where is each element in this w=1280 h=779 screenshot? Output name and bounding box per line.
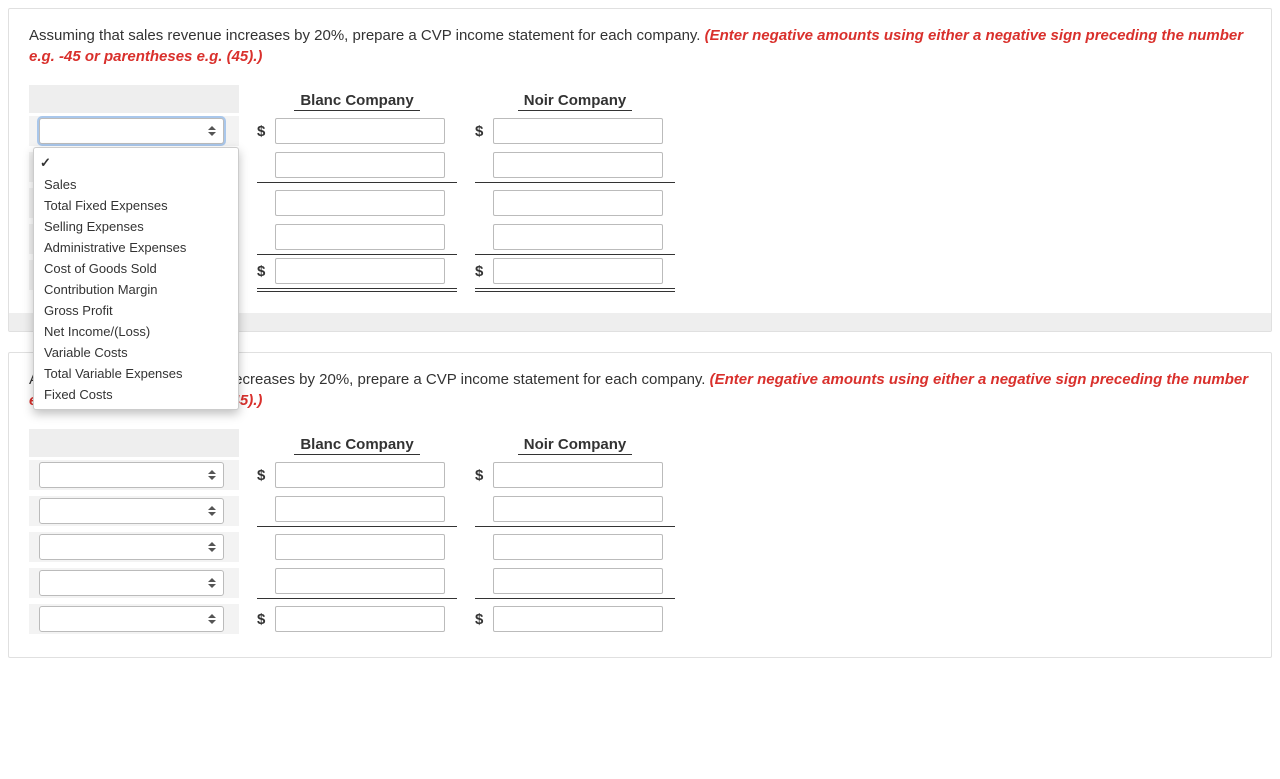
input-blanc-1-2[interactable] [275,152,445,178]
input-blanc-1-5[interactable] [275,258,445,284]
input-blanc-1-4[interactable] [275,224,445,250]
input-noir-2-3[interactable] [493,534,663,560]
account-selector-2-5[interactable] [39,606,224,632]
value-blanc-1-4: $ [257,224,457,255]
label-cell-1-1 [29,116,239,146]
account-selector-1-1[interactable] [39,118,224,144]
value-blanc-1-3: $ [257,190,457,216]
value-blanc-2-4: $ [257,568,457,599]
account-selector-2-2[interactable] [39,498,224,524]
label-cell-2-1 [29,460,239,490]
worksheet-1: Blanc Company Noir Company $ $ $ [29,85,669,293]
stepper-icon [205,501,219,521]
label-cell-2-2 [29,496,239,526]
dollar-sign: $ [257,123,269,140]
dollar-sign: $ [475,467,487,484]
header-label-blank-1 [29,85,239,113]
row-2-3: $ $ [29,529,669,565]
row-2-4: $ $ [29,565,669,601]
input-noir-2-5[interactable] [493,606,663,632]
row-2-2: $ $ [29,493,669,529]
stepper-icon [205,609,219,629]
label-cell-2-4 [29,568,239,598]
row-2-5: $ $ [29,601,669,637]
input-blanc-1-3[interactable] [275,190,445,216]
value-noir-2-5: $ [475,606,675,632]
dropdown-opt-vc[interactable]: Variable Costs [34,342,238,363]
col-header-noir-2: Noir Company [475,429,675,457]
input-noir-2-1[interactable] [493,462,663,488]
value-noir-2-1: $ [475,462,675,488]
value-noir-1-4: $ [475,224,675,255]
value-noir-2-3: $ [475,534,675,560]
prompt-plain-1: Assuming that sales revenue increases by… [29,27,705,44]
dropdown-opt-sales[interactable]: Sales [34,174,238,195]
dollar-sign: $ [257,467,269,484]
value-noir-2-4: $ [475,568,675,599]
dollar-sign: $ [475,611,487,628]
dollar-sign: $ [257,611,269,628]
row-2-1: $ $ [29,457,669,493]
value-blanc-2-5: $ [257,606,457,632]
input-blanc-2-2[interactable] [275,496,445,522]
input-noir-2-2[interactable] [493,496,663,522]
stepper-icon [205,537,219,557]
value-blanc-2-1: $ [257,462,457,488]
value-blanc-2-3: $ [257,534,457,560]
col-header-blanc-1: Blanc Company [257,85,457,113]
input-noir-1-1[interactable] [493,118,663,144]
dropdown-opt-tve[interactable]: Total Variable Expenses [34,363,238,384]
dropdown-opt-fc[interactable]: Fixed Costs [34,384,238,405]
value-blanc-1-2: $ [257,152,457,183]
input-noir-1-3[interactable] [493,190,663,216]
account-selector-2-4[interactable] [39,570,224,596]
input-noir-2-4[interactable] [493,568,663,594]
value-blanc-2-2: $ [257,496,457,527]
dollar-sign: $ [257,263,269,280]
account-selector-2-3[interactable] [39,534,224,560]
input-noir-1-5[interactable] [493,258,663,284]
value-noir-1-3: $ [475,190,675,216]
dropdown-menu[interactable]: Sales Total Fixed Expenses Selling Expen… [33,147,239,410]
stepper-icon [205,573,219,593]
label-cell-2-5 [29,604,239,634]
input-blanc-2-3[interactable] [275,534,445,560]
account-selector-2-1[interactable] [39,462,224,488]
value-noir-2-2: $ [475,496,675,527]
dropdown-opt-total-fixed[interactable]: Total Fixed Expenses [34,195,238,216]
header-label-blank-2 [29,429,239,457]
dropdown-opt-blank[interactable] [34,152,238,174]
col-header-noir-1: Noir Company [475,85,675,113]
value-noir-1-1: $ [475,118,675,144]
stepper-icon [205,465,219,485]
value-noir-1-5: $ [475,258,675,292]
dollar-sign: $ [475,123,487,140]
dropdown-opt-admin[interactable]: Administrative Expenses [34,237,238,258]
header-row-2: Blanc Company Noir Company [29,429,669,457]
dropdown-opt-gp[interactable]: Gross Profit [34,300,238,321]
header-row-1: Blanc Company Noir Company [29,85,669,113]
section-increase: Assuming that sales revenue increases by… [8,8,1272,332]
label-cell-2-3 [29,532,239,562]
value-blanc-1-5: $ [257,258,457,292]
input-noir-1-4[interactable] [493,224,663,250]
input-noir-1-2[interactable] [493,152,663,178]
dollar-sign: $ [475,263,487,280]
value-blanc-1-1: $ [257,118,457,144]
prompt-text-1: Assuming that sales revenue increases by… [29,25,1251,67]
col-header-blanc-2: Blanc Company [257,429,457,457]
input-blanc-2-5[interactable] [275,606,445,632]
dropdown-opt-ni[interactable]: Net Income/(Loss) [34,321,238,342]
row-1-1: $ $ [29,113,669,149]
input-blanc-1-1[interactable] [275,118,445,144]
dropdown-opt-cm[interactable]: Contribution Margin [34,279,238,300]
dropdown-opt-cogs[interactable]: Cost of Goods Sold [34,258,238,279]
dropdown-opt-selling[interactable]: Selling Expenses [34,216,238,237]
value-noir-1-2: $ [475,152,675,183]
worksheet-2: Blanc Company Noir Company $ $ [29,429,669,637]
stepper-icon [205,121,219,141]
input-blanc-2-4[interactable] [275,568,445,594]
input-blanc-2-1[interactable] [275,462,445,488]
